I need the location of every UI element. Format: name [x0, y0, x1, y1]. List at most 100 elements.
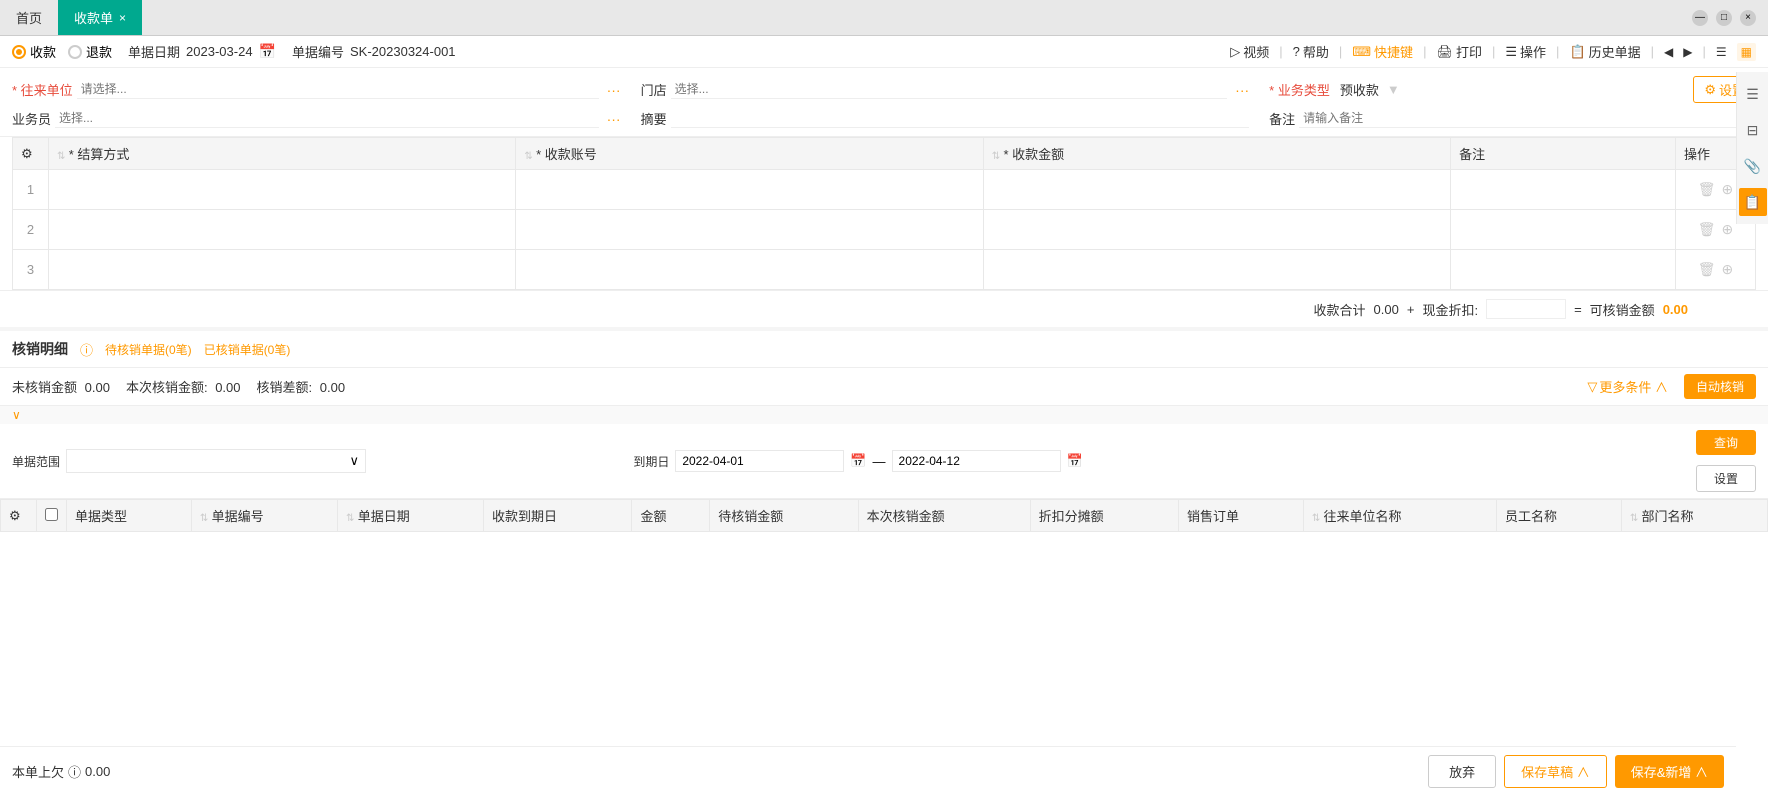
bottom-th-counterpart: ⇅ 往来单位名称 — [1303, 500, 1496, 532]
video-link[interactable]: ▷ 视频 — [1230, 42, 1269, 61]
hexiao-section: 核销明细 ⓘ 待核销单据(0笔) 已核销单据(0笔) 未核销金额 0.00 本次… — [0, 327, 1768, 532]
date-from-input[interactable] — [675, 450, 844, 472]
query-button[interactable]: 查询 — [1696, 430, 1756, 455]
business-type-dropdown-icon[interactable]: ▼ — [1387, 82, 1400, 97]
date-label: 单据日期 — [128, 42, 180, 61]
tab-home[interactable]: 首页 — [0, 0, 58, 35]
bottom-th-settings[interactable]: ⚙ — [1, 500, 37, 532]
view-grid-icon[interactable]: ▦ — [1737, 43, 1756, 61]
cell-account-2[interactable] — [516, 210, 983, 250]
close-button[interactable]: × — [1740, 10, 1756, 26]
shortcut-label: 快捷键 — [1374, 42, 1413, 61]
sidebar-icon-3[interactable]: 📎 — [1739, 152, 1767, 180]
verifiable-label: 可核销金额 — [1590, 300, 1655, 319]
radio-refund[interactable]: 退款 — [68, 42, 112, 61]
calendar-icon[interactable]: 📅 — [259, 43, 276, 60]
bottom-th-checkbox[interactable] — [37, 500, 67, 532]
abandon-button[interactable]: 放弃 — [1428, 755, 1496, 788]
help-label: 帮助 — [1303, 42, 1329, 61]
cell-amount-1[interactable] — [983, 170, 1450, 210]
copy-icon-2[interactable]: ⊕ — [1722, 221, 1734, 238]
radio-receipt[interactable]: 收款 — [12, 42, 56, 61]
delete-icon-2[interactable]: 🗑 — [1698, 221, 1716, 238]
more-filters-btn[interactable]: ▽ 更多条件 ∧ — [1587, 377, 1668, 396]
store-more-icon[interactable]: ··· — [1235, 82, 1249, 98]
help-link[interactable]: ? 帮助 — [1293, 42, 1329, 61]
remark-input[interactable] — [1299, 109, 1756, 128]
table-row: 2 🗑 ⊕ — [13, 210, 1756, 250]
history-link[interactable]: 📋 历史单据 — [1569, 42, 1640, 61]
help-icon: ? — [1293, 44, 1300, 59]
cell-remark-2[interactable] — [1451, 210, 1676, 250]
salesperson-more-icon[interactable]: ··· — [607, 111, 621, 127]
nav-prev[interactable]: ◀ — [1664, 45, 1673, 59]
tab-active[interactable]: 收款单 × — [58, 0, 142, 35]
copy-icon-3[interactable]: ⊕ — [1722, 261, 1734, 278]
cell-account-3[interactable] — [516, 250, 983, 290]
counterpart-more-icon[interactable]: ··· — [607, 82, 621, 98]
calendar-to-icon[interactable]: 📅 — [1067, 453, 1083, 469]
counterpart-input[interactable] — [77, 80, 599, 99]
cell-settlement-2[interactable] — [49, 210, 516, 250]
bottom-th-department: ⇅ 部门名称 — [1621, 500, 1767, 532]
table-section: ⚙ ⇅ * 结算方式 ⇅ * 收款账号 ⇅ * 收款金额 — [0, 137, 1768, 290]
number-value: SK-20230324-001 — [350, 44, 456, 59]
equals-sign: = — [1574, 302, 1582, 317]
select-all-checkbox[interactable] — [45, 508, 58, 521]
done-tab[interactable]: 已核销单据(0笔) — [204, 341, 291, 358]
copy-icon-1[interactable]: ⊕ — [1722, 181, 1734, 198]
summary-input[interactable] — [671, 109, 1250, 128]
draft-button[interactable]: 保存草稿 ∧ — [1504, 755, 1607, 788]
footer-info-icon[interactable]: ⓘ — [68, 762, 81, 781]
setting-button-2[interactable]: 设置 — [1696, 465, 1756, 492]
nav-next[interactable]: ▶ — [1683, 45, 1692, 59]
cell-settlement-1[interactable] — [49, 170, 516, 210]
cell-amount-2[interactable] — [983, 210, 1450, 250]
calendar-from-icon[interactable]: 📅 — [850, 453, 866, 469]
operate-link[interactable]: ☰ 操作 — [1505, 42, 1546, 61]
shortcut-icon: ⌨ — [1352, 44, 1371, 60]
total-value: 0.00 — [1374, 302, 1399, 317]
row-num-2: 2 — [13, 210, 49, 250]
sidebar-icon-4[interactable]: 📋 — [1739, 188, 1767, 216]
hexiao-info-icon[interactable]: ⓘ — [80, 340, 93, 359]
tab-home-label: 首页 — [16, 8, 42, 27]
discount-input[interactable] — [1486, 299, 1566, 319]
tab-close-icon[interactable]: × — [119, 11, 126, 25]
pending-tab[interactable]: 待核销单据(0笔) — [105, 341, 192, 358]
delete-icon-3[interactable]: 🗑 — [1698, 261, 1716, 278]
date-to-input[interactable] — [892, 450, 1061, 472]
auto-hexiao-button[interactable]: 自动核销 — [1684, 374, 1756, 399]
salesperson-input[interactable] — [55, 109, 599, 128]
cell-account-1[interactable] — [516, 170, 983, 210]
view-list-icon[interactable]: ☰ — [1716, 45, 1727, 59]
print-link[interactable]: 🖨 打印 — [1436, 42, 1482, 61]
date-range-dash: — — [873, 454, 886, 469]
table-settings-col[interactable]: ⚙ — [13, 138, 49, 170]
right-sidebar: ☰ ⊟ 📎 📋 — [1736, 72, 1768, 224]
store-label: 门店 — [641, 80, 667, 99]
sidebar-icon-1[interactable]: ☰ — [1739, 80, 1767, 108]
range-select[interactable]: ∨ — [66, 449, 366, 473]
delete-icon-1[interactable]: 🗑 — [1698, 181, 1716, 198]
minimize-button[interactable]: — — [1692, 10, 1708, 26]
hexiao-stats: 未核销金额 0.00 本次核销金额: 0.00 核销差额: 0.00 ▽ 更多条… — [0, 368, 1768, 406]
hexiao-header: 核销明细 ⓘ 待核销单据(0笔) 已核销单据(0笔) — [0, 331, 1768, 368]
cell-remark-1[interactable] — [1451, 170, 1676, 210]
save-new-button[interactable]: 保存&新增 ∧ — [1615, 755, 1724, 788]
sidebar-icon-2[interactable]: ⊟ — [1739, 116, 1767, 144]
store-input[interactable] — [671, 80, 1228, 99]
operate-label: 操作 — [1520, 42, 1546, 61]
footer-value: 0.00 — [85, 764, 110, 779]
total-label: 收款合计 — [1314, 300, 1366, 319]
date-range-filter: 到期日 📅 — 📅 — [633, 450, 1082, 472]
shortcut-link[interactable]: ⌨ 快捷键 — [1352, 42, 1413, 61]
salesperson-field: 业务员 ··· — [12, 109, 621, 128]
form-section: * 往来单位 ··· 门店 ··· * 业务类型 预收款 ▼ ⚙ 设置 — [0, 68, 1768, 137]
cell-amount-3[interactable] — [983, 250, 1450, 290]
cell-remark-3[interactable] — [1451, 250, 1676, 290]
cell-settlement-3[interactable] — [49, 250, 516, 290]
maximize-button[interactable]: □ — [1716, 10, 1732, 26]
save-new-label: 保存&新增 ∧ — [1631, 762, 1708, 781]
bottom-th-date: ⇅ 单据日期 — [337, 500, 483, 532]
